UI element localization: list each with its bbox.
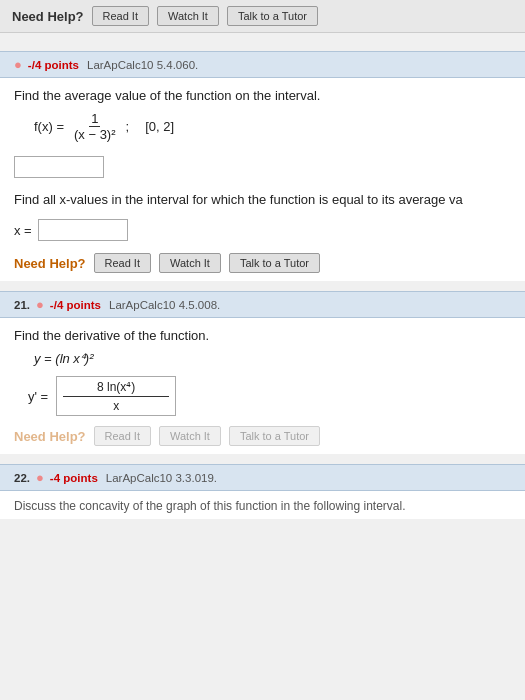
question21-function-def: y = (ln x⁴)² xyxy=(34,351,511,366)
semicolon: ; xyxy=(126,119,130,134)
question21-answer-row: y' = 8 ln(x⁴) x xyxy=(28,376,511,416)
question22-course-code: LarApCalc10 3.3.019. xyxy=(106,472,217,484)
function-label: f(x) = xyxy=(34,119,64,134)
question20-math: f(x) = 1 (x − 3)² ; [0, 2] xyxy=(34,111,511,142)
x-value-input[interactable] xyxy=(38,219,128,241)
question21-answer-box: 8 ln(x⁴) x xyxy=(56,376,176,416)
question20-answer-box-container xyxy=(14,152,511,182)
y-prime-label: y' = xyxy=(28,389,48,404)
fraction-numerator: 1 xyxy=(89,111,100,127)
question20-need-help-bar: Need Help? Read It Watch It Talk to a Tu… xyxy=(14,253,511,273)
x-equals-row: x = xyxy=(14,215,511,245)
answer-denominator: x xyxy=(113,397,119,413)
x-equals-label: x = xyxy=(14,223,32,238)
answer-numerator: 8 ln(x⁴) xyxy=(63,380,169,397)
top-read-it-button[interactable]: Read It xyxy=(92,6,149,26)
question21-bullet: ● xyxy=(36,297,44,312)
question20-body: Find the average value of the function o… xyxy=(0,78,525,281)
question22-number: 22. xyxy=(14,472,30,484)
q20-read-it-button[interactable]: Read It xyxy=(94,253,151,273)
question22-points: -4 points xyxy=(50,472,98,484)
q21-watch-it-button[interactable]: Watch It xyxy=(159,426,221,446)
q21-talk-to-tutor-button[interactable]: Talk to a Tutor xyxy=(229,426,320,446)
top-need-help-label: Need Help? xyxy=(12,9,84,24)
question21-need-help-bar: Need Help? Read It Watch It Talk to a Tu… xyxy=(14,426,511,446)
question22-header: 22. ● -4 points LarApCalc10 3.3.019. xyxy=(0,464,525,491)
question20-followup: Find all x-values in the interval for wh… xyxy=(14,192,511,207)
question21-body: Find the derivative of the function. y =… xyxy=(0,318,525,454)
interval: [0, 2] xyxy=(145,119,174,134)
question20-bullet: ● xyxy=(14,57,22,72)
top-watch-it-button[interactable]: Watch It xyxy=(157,6,219,26)
question20-points: -/4 points xyxy=(28,59,79,71)
question22-body: Discuss the concavity of the graph of th… xyxy=(0,491,525,519)
top-need-help-bar: Need Help? Read It Watch It Talk to a Tu… xyxy=(0,0,525,33)
question21-number: 21. xyxy=(14,299,30,311)
question21-text: Find the derivative of the function. xyxy=(14,328,511,343)
top-talk-to-tutor-button[interactable]: Talk to a Tutor xyxy=(227,6,318,26)
q21-read-it-button[interactable]: Read It xyxy=(94,426,151,446)
question22-bullet: ● xyxy=(36,470,44,485)
q20-talk-to-tutor-button[interactable]: Talk to a Tutor xyxy=(229,253,320,273)
question21-need-help-label: Need Help? xyxy=(14,429,86,444)
question20-answer-input[interactable] xyxy=(14,156,104,178)
question20-need-help-label: Need Help? xyxy=(14,256,86,271)
fraction-denominator: (x − 3)² xyxy=(72,127,118,142)
question20-header: ● -/4 points LarApCalc10 5.4.060. xyxy=(0,51,525,78)
question20-text: Find the average value of the function o… xyxy=(14,88,511,103)
question21-points: -/4 points xyxy=(50,299,101,311)
function-def-label: y = (ln x⁴)² xyxy=(34,351,94,366)
question22-text: Discuss the concavity of the graph of th… xyxy=(14,499,511,513)
question21-header: 21. ● -/4 points LarApCalc10 4.5.008. xyxy=(0,291,525,318)
fraction-display: 1 (x − 3)² xyxy=(72,111,118,142)
question21-course-code: LarApCalc10 4.5.008. xyxy=(109,299,220,311)
q20-watch-it-button[interactable]: Watch It xyxy=(159,253,221,273)
question20-course-code: LarApCalc10 5.4.060. xyxy=(87,59,198,71)
